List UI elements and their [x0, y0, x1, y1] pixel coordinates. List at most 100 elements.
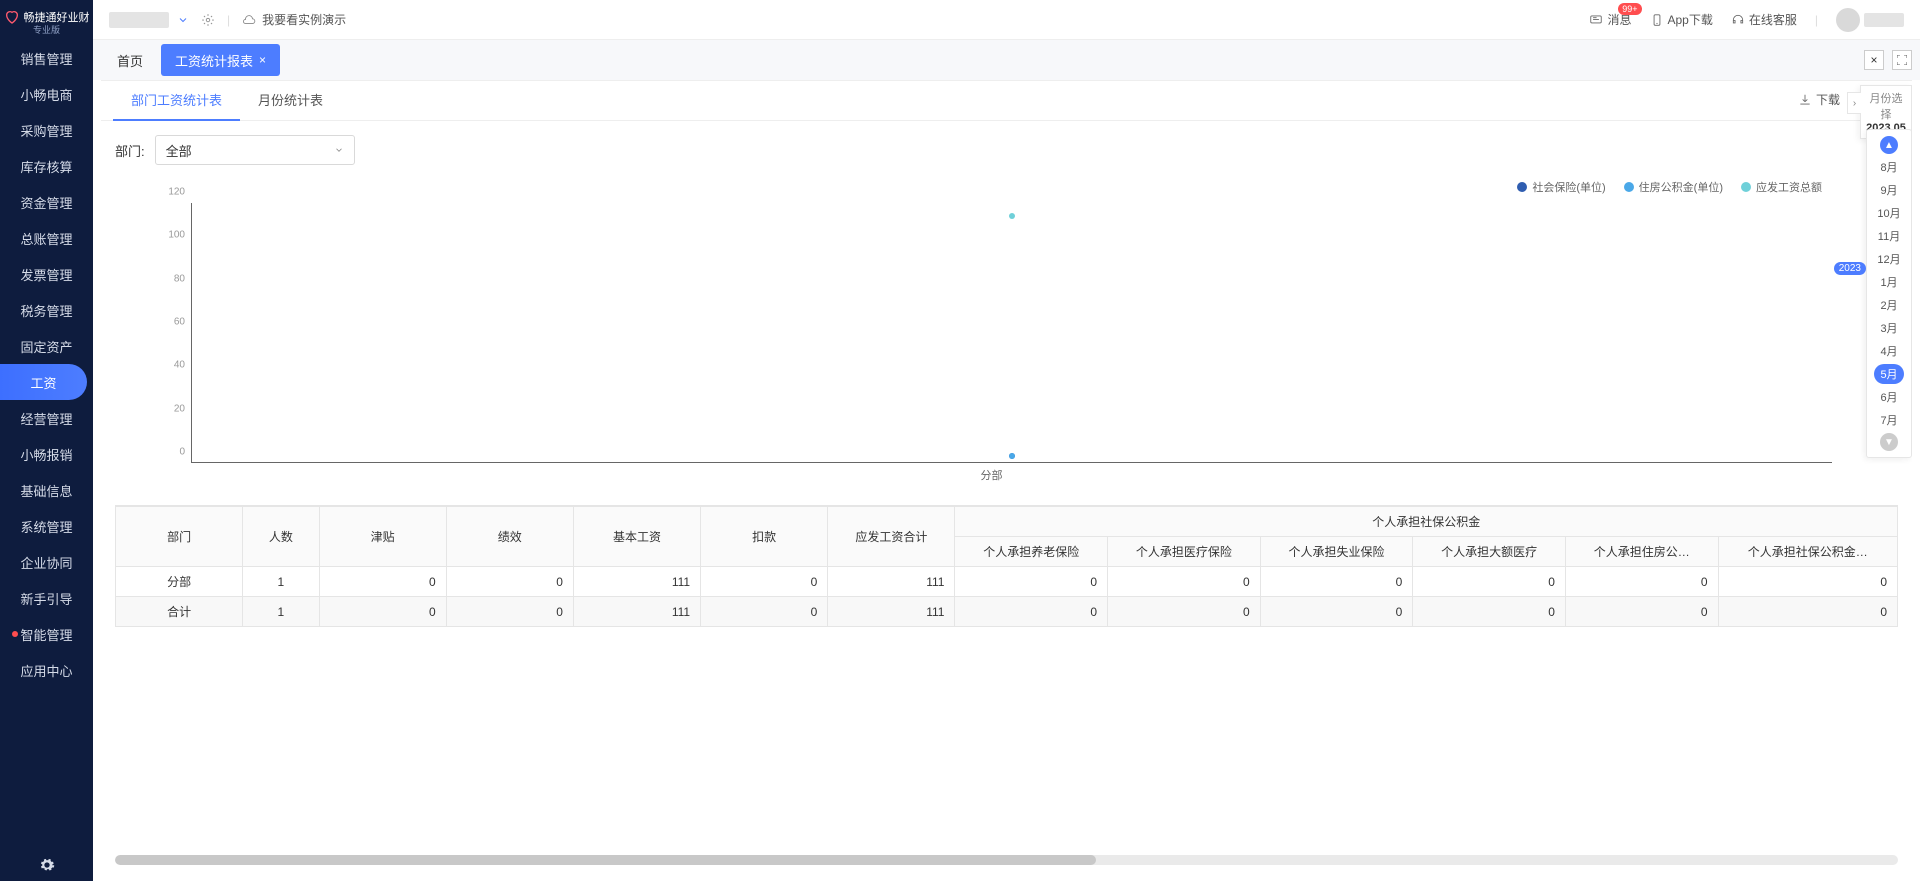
sidebar-item[interactable]: 智能管理 — [0, 616, 93, 652]
month-option[interactable]: 11月 — [1874, 226, 1904, 246]
gear-icon[interactable] — [39, 857, 55, 873]
legend-dot-icon — [1517, 182, 1527, 192]
company-selector[interactable] — [109, 12, 189, 28]
app-download-button[interactable]: App下载 — [1650, 11, 1713, 28]
page-tabs: 首页 工资统计报表 × × — [93, 40, 1920, 80]
x-axis-label: 分部 — [981, 467, 1003, 483]
sidebar-item[interactable]: 采购管理 — [0, 112, 93, 148]
chart-area: 社会保险(单位)住房公积金(单位)应发工资总额 020406080100120 … — [101, 179, 1912, 499]
avatar — [1836, 8, 1860, 32]
y-tick: 0 — [179, 447, 185, 458]
col-header: 部门 — [116, 507, 243, 567]
y-tick: 40 — [174, 360, 185, 371]
sidebar-item[interactable]: 应用中心 — [0, 652, 93, 688]
month-option[interactable]: 2月 — [1874, 295, 1904, 315]
month-option[interactable]: 4月 — [1874, 341, 1904, 361]
sidebar-item[interactable]: 企业协同 — [0, 544, 93, 580]
month-option[interactable]: 10月 — [1874, 203, 1904, 223]
sidebar-item[interactable]: 发票管理 — [0, 256, 93, 292]
tab-month-stats[interactable]: 月份统计表 — [240, 81, 341, 121]
sidebar-item[interactable]: 总账管理 — [0, 220, 93, 256]
col-header: 个人承担医疗保险 — [1108, 537, 1261, 567]
sidebar-footer — [0, 849, 93, 881]
legend-item[interactable]: 住房公积金(单位) — [1624, 179, 1723, 195]
sidebar-item[interactable]: 销售管理 — [0, 40, 93, 76]
messages-button[interactable]: 消息 99+ — [1589, 11, 1631, 28]
month-option[interactable]: 12月 — [1874, 249, 1904, 269]
content: 部门工资统计表 月份统计表 下载 刷新 部门: 全部 社会保险(单位)住房公积金… — [101, 80, 1912, 873]
scroll-up-icon[interactable]: ▲ — [1880, 136, 1898, 154]
month-option[interactable]: 1月 — [1874, 272, 1904, 292]
sidebar-item[interactable]: 税务管理 — [0, 292, 93, 328]
month-option[interactable]: 3月 — [1874, 318, 1904, 338]
dept-select[interactable]: 全部 — [155, 135, 355, 165]
brand-edition: 专业版 — [33, 23, 60, 36]
legend-item[interactable]: 社会保险(单位) — [1517, 179, 1605, 195]
topbar: | 我要看实例演示 消息 99+ App下载 在线客服 | — [93, 0, 1920, 40]
plot-area — [191, 203, 1832, 463]
tab-home[interactable]: 首页 — [103, 44, 157, 76]
cloud-icon — [242, 13, 256, 27]
app-download-label: App下载 — [1668, 11, 1713, 28]
sidebar-item[interactable]: 经营管理 — [0, 400, 93, 436]
nav-list: 销售管理小畅电商采购管理库存核算资金管理总账管理发票管理税务管理固定资产工资经营… — [0, 40, 93, 849]
col-header: 个人承担养老保险 — [955, 537, 1108, 567]
customer-service-button[interactable]: 在线客服 — [1731, 11, 1797, 28]
sidebar-item[interactable]: 库存核算 — [0, 148, 93, 184]
y-tick: 80 — [174, 273, 185, 284]
collapse-month-picker[interactable]: › — [1847, 92, 1861, 114]
month-picker-title: 月份选择 — [1865, 90, 1907, 122]
month-option[interactable]: 9月 — [1874, 180, 1904, 200]
message-icon — [1589, 13, 1603, 27]
scroll-down-icon[interactable]: ▼ — [1880, 433, 1898, 451]
chart: 020406080100120 分部 — [151, 203, 1832, 483]
month-option[interactable]: 8月 — [1874, 157, 1904, 177]
month-picker: ▲ 8月 9月 10月 11月 12月 1月 2月 3月 4月 5月 6月 7月 ▼ — [1866, 129, 1912, 458]
sidebar-item[interactable]: 工资 — [0, 364, 87, 400]
headset-icon — [1731, 13, 1745, 27]
month-option[interactable]: 5月 — [1874, 364, 1904, 384]
legend-item[interactable]: 应发工资总额 — [1741, 179, 1822, 195]
user-menu[interactable] — [1836, 8, 1904, 32]
close-all-tabs-button[interactable]: × — [1864, 50, 1884, 70]
y-tick: 100 — [168, 230, 185, 241]
col-header: 绩效 — [446, 507, 573, 567]
filter-row: 部门: 全部 — [101, 121, 1912, 179]
inner-tabs: 部门工资统计表 月份统计表 — [101, 81, 1912, 121]
dept-select-value: 全部 — [166, 141, 192, 160]
col-header: 扣款 — [701, 507, 828, 567]
data-point — [1009, 453, 1015, 459]
col-header: 个人承担失业保险 — [1260, 537, 1413, 567]
col-header: 津贴 — [319, 507, 446, 567]
tab-dept-stats[interactable]: 部门工资统计表 — [113, 81, 240, 121]
scrollbar-thumb[interactable] — [115, 855, 1096, 865]
phone-icon — [1650, 13, 1664, 27]
sidebar-item[interactable]: 新手引导 — [0, 580, 93, 616]
tab-salary-report[interactable]: 工资统计报表 × — [161, 44, 280, 76]
month-option[interactable]: 7月 — [1874, 410, 1904, 430]
sidebar-item[interactable]: 固定资产 — [0, 328, 93, 364]
notification-dot — [12, 631, 18, 637]
total-row: 合计1001110111000000 — [116, 597, 1898, 627]
month-option[interactable]: 6月 — [1874, 387, 1904, 407]
brand-logo: 畅捷通好业财 专业版 — [0, 0, 93, 40]
expand-icon — [1897, 55, 1907, 65]
close-icon[interactable]: × — [259, 53, 266, 67]
horizontal-scrollbar[interactable] — [115, 855, 1898, 865]
demo-link[interactable]: 我要看实例演示 — [242, 11, 346, 28]
sidebar-item[interactable]: 基础信息 — [0, 472, 93, 508]
sidebar-item[interactable]: 小畅电商 — [0, 76, 93, 112]
table-row: 分部1001110111000000 — [116, 567, 1898, 597]
username-redacted — [1864, 13, 1904, 27]
download-button[interactable]: 下载 — [1798, 91, 1840, 108]
chevron-down-icon — [177, 14, 189, 26]
sidebar-item[interactable]: 资金管理 — [0, 184, 93, 220]
fullscreen-button[interactable] — [1892, 50, 1912, 70]
download-icon — [1798, 93, 1812, 107]
col-header: 个人承担社保公积金… — [1718, 537, 1897, 567]
sidebar-item[interactable]: 小畅报销 — [0, 436, 93, 472]
dept-filter-label: 部门: — [115, 141, 145, 160]
sidebar-item[interactable]: 系统管理 — [0, 508, 93, 544]
legend-dot-icon — [1741, 182, 1751, 192]
settings-icon[interactable] — [201, 13, 215, 27]
